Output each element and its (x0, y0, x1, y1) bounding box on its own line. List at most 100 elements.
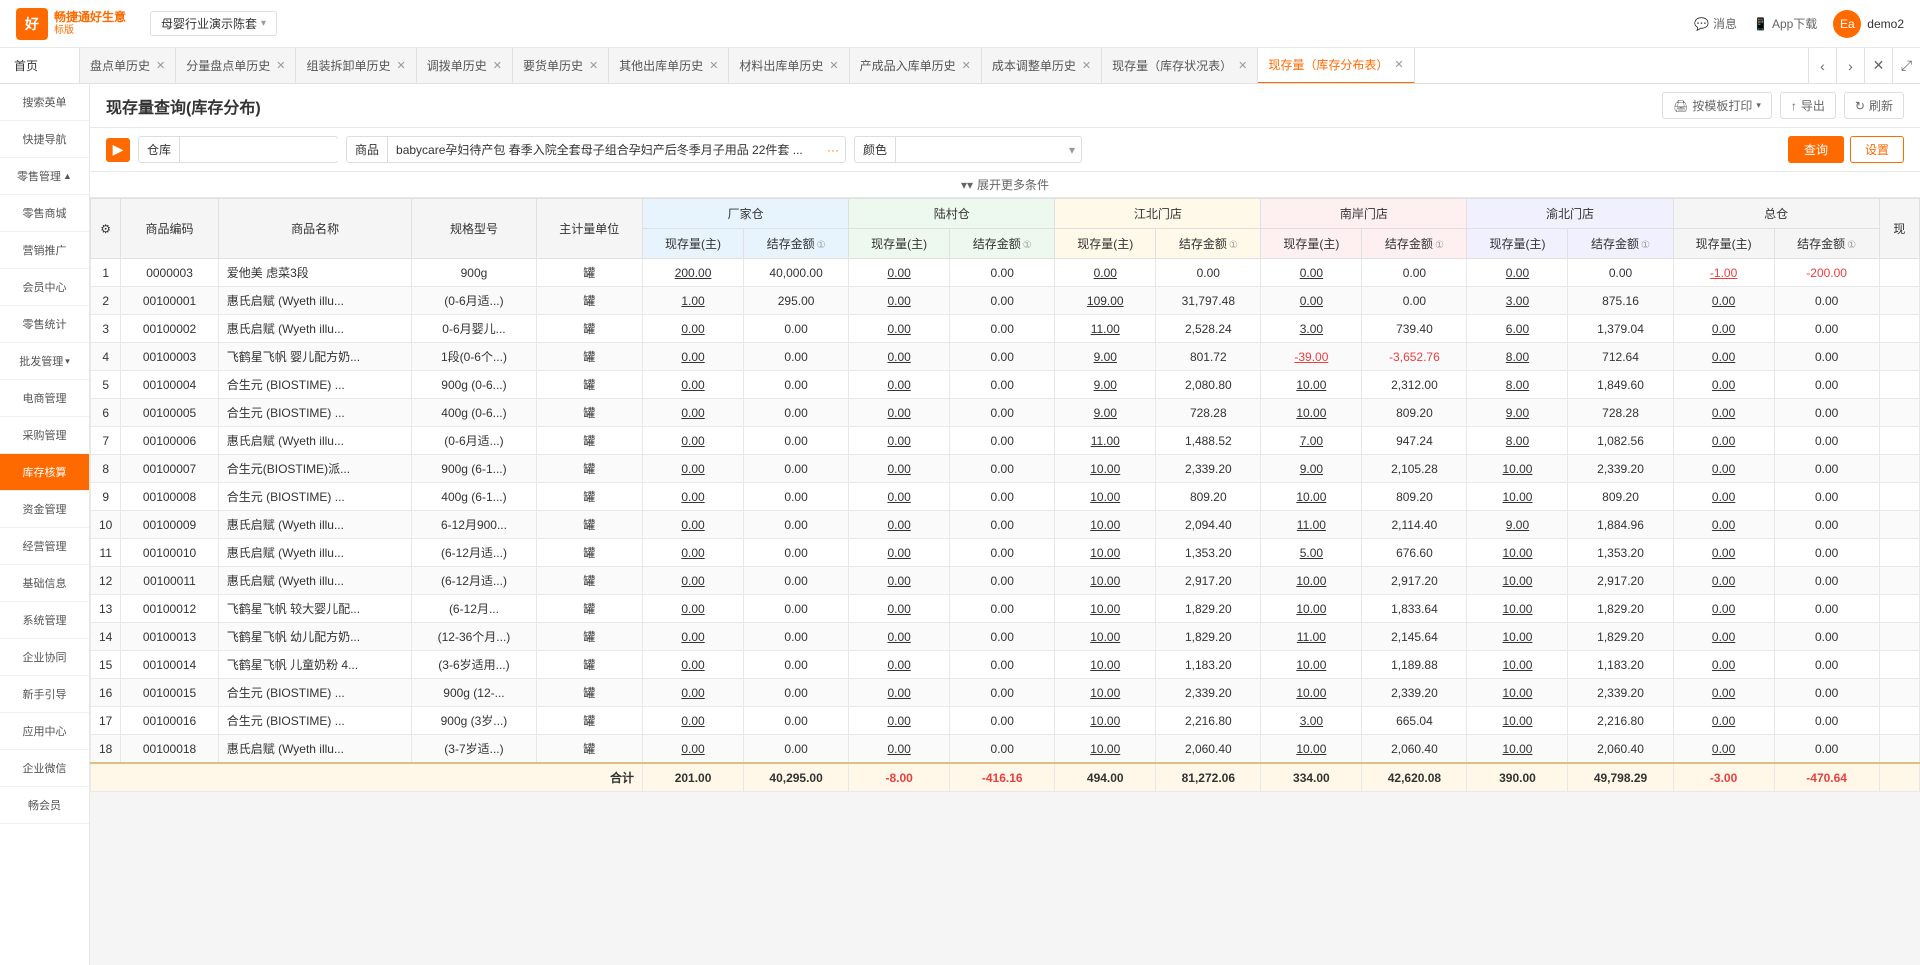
tab-home[interactable]: 首页 (0, 48, 80, 84)
row-nanan-qty[interactable]: 10.00 (1261, 483, 1362, 511)
app-download-btn[interactable]: 📱 App下载 (1753, 15, 1817, 32)
row-yubei-qty[interactable]: 10.00 (1467, 483, 1568, 511)
sidebar-item-wechat[interactable]: 企业微信 (0, 750, 89, 787)
row-yubei-qty[interactable]: 6.00 (1467, 315, 1568, 343)
row-yubei-qty[interactable]: 9.00 (1467, 511, 1568, 539)
tab-prev-btn[interactable]: ‹ (1808, 48, 1836, 84)
color-arrow-icon[interactable]: ▾ (1063, 139, 1081, 161)
row-nanan-qty[interactable]: 10.00 (1261, 595, 1362, 623)
jiangbei-amt-info[interactable]: ① (1229, 240, 1238, 251)
tab-other-out[interactable]: 其他出库单历史 ✕ (609, 48, 729, 84)
tab-assemble[interactable]: 组装拆卸单历史 ✕ (296, 48, 416, 84)
tab-maximize-btn[interactable]: ⤢ (1892, 48, 1920, 84)
row-yubei-qty[interactable]: 10.00 (1467, 455, 1568, 483)
tab-product-in-close[interactable]: ✕ (962, 59, 971, 72)
row-factory-qty[interactable]: 0.00 (643, 623, 744, 651)
row-jiangbei-qty[interactable]: 10.00 (1055, 623, 1156, 651)
row-yubei-qty[interactable]: 0.00 (1467, 259, 1568, 287)
row-total-qty[interactable]: 0.00 (1673, 315, 1774, 343)
row-total-qty[interactable]: 0.00 (1673, 399, 1774, 427)
sidebar-item-enterprise[interactable]: 企业协同 (0, 639, 89, 676)
warehouse-input[interactable] (180, 139, 351, 161)
tab-product-in[interactable]: 产成品入库单历史 ✕ (850, 48, 982, 84)
row-total-qty[interactable]: 0.00 (1673, 679, 1774, 707)
user-area[interactable]: Ea demo2 (1833, 10, 1904, 38)
row-factory-qty[interactable]: 0.00 (643, 399, 744, 427)
row-total-qty[interactable]: 0.00 (1673, 539, 1774, 567)
row-lucun-qty[interactable]: 0.00 (849, 287, 950, 315)
row-factory-qty[interactable]: 0.00 (643, 455, 744, 483)
query-btn[interactable]: 查询 (1788, 136, 1844, 163)
row-lucun-qty[interactable]: 0.00 (849, 679, 950, 707)
tab-close-all-btn[interactable]: ✕ (1864, 48, 1892, 84)
sidebar-item-base[interactable]: 基础信息 (0, 565, 89, 602)
row-factory-qty[interactable]: 0.00 (643, 427, 744, 455)
row-lucun-qty[interactable]: 0.00 (849, 343, 950, 371)
row-yubei-qty[interactable]: 3.00 (1467, 287, 1568, 315)
row-lucun-qty[interactable]: 0.00 (849, 483, 950, 511)
tab-disk[interactable]: 盘点单历史 ✕ (80, 48, 176, 84)
row-nanan-qty[interactable]: 3.00 (1261, 707, 1362, 735)
row-factory-qty[interactable]: 0.00 (643, 343, 744, 371)
row-yubei-qty[interactable]: 10.00 (1467, 735, 1568, 764)
row-nanan-qty[interactable]: 0.00 (1261, 259, 1362, 287)
row-lucun-qty[interactable]: 0.00 (849, 735, 950, 764)
row-lucun-qty[interactable]: 0.00 (849, 651, 950, 679)
tab-next-btn[interactable]: › (1836, 48, 1864, 84)
tab-transfer[interactable]: 调拨单历史 ✕ (417, 48, 513, 84)
tab-disk2-close[interactable]: ✕ (276, 59, 285, 72)
row-total-qty[interactable]: -1.00 (1673, 259, 1774, 287)
row-lucun-qty[interactable]: 0.00 (849, 623, 950, 651)
yubei-amt-info[interactable]: ① (1641, 240, 1650, 251)
row-nanan-qty[interactable]: 7.00 (1261, 427, 1362, 455)
row-yubei-qty[interactable]: 8.00 (1467, 343, 1568, 371)
row-factory-qty[interactable]: 0.00 (643, 483, 744, 511)
tab-cost-adj[interactable]: 成本调整单历史 ✕ (982, 48, 1102, 84)
tab-cost-adj-close[interactable]: ✕ (1082, 59, 1091, 72)
sidebar-item-guide[interactable]: 新手引导 (0, 676, 89, 713)
row-total-qty[interactable]: 0.00 (1673, 371, 1774, 399)
tab-stock-dist-close[interactable]: ✕ (1394, 58, 1403, 71)
row-yubei-qty[interactable]: 8.00 (1467, 371, 1568, 399)
tab-stock-status[interactable]: 现存量（库存状况表） ✕ (1102, 48, 1258, 84)
table-wrapper[interactable]: ⚙ 商品编码 商品名称 规格型号 主计量单位 厂家仓 陆村仓 江北门店 南岸门店… (90, 198, 1920, 792)
row-jiangbei-qty[interactable]: 11.00 (1055, 315, 1156, 343)
filter-expand-btn[interactable]: ▶ (106, 138, 130, 162)
color-input[interactable] (896, 139, 1063, 161)
row-total-qty[interactable]: 0.00 (1673, 567, 1774, 595)
row-nanan-qty[interactable]: 9.00 (1261, 455, 1362, 483)
row-total-qty[interactable]: 0.00 (1673, 623, 1774, 651)
tab-request[interactable]: 要货单历史 ✕ (513, 48, 609, 84)
row-total-qty[interactable]: 0.00 (1673, 707, 1774, 735)
row-yubei-qty[interactable]: 9.00 (1467, 399, 1568, 427)
row-jiangbei-qty[interactable]: 10.00 (1055, 567, 1156, 595)
sidebar-item-operations[interactable]: 经营管理 (0, 528, 89, 565)
row-total-qty[interactable]: 0.00 (1673, 427, 1774, 455)
product-dots[interactable]: ··· (821, 143, 845, 157)
row-lucun-qty[interactable]: 0.00 (849, 707, 950, 735)
tab-stock-dist[interactable]: 现存量（库存分布表） ✕ (1258, 48, 1414, 84)
row-yubei-qty[interactable]: 8.00 (1467, 427, 1568, 455)
tab-material-out[interactable]: 材料出库单历史 ✕ (729, 48, 849, 84)
settings-btn[interactable]: 设置 (1850, 136, 1904, 163)
tab-disk-close[interactable]: ✕ (156, 59, 165, 72)
row-factory-qty[interactable]: 200.00 (643, 259, 744, 287)
row-lucun-qty[interactable]: 0.00 (849, 567, 950, 595)
row-nanan-qty[interactable]: 10.00 (1261, 399, 1362, 427)
row-total-qty[interactable]: 0.00 (1673, 287, 1774, 315)
row-nanan-qty[interactable]: 10.00 (1261, 651, 1362, 679)
sidebar-item-finance[interactable]: 资金管理 (0, 491, 89, 528)
print-btn[interactable]: 🖨 按模板打印 ▾ (1662, 92, 1772, 119)
row-nanan-qty[interactable]: -39.00 (1261, 343, 1362, 371)
sidebar-item-retail-store[interactable]: 零售商城 (0, 195, 89, 232)
sidebar-item-search[interactable]: 搜索英单 (0, 84, 89, 121)
export-btn[interactable]: ↑ 导出 (1780, 92, 1836, 119)
row-jiangbei-qty[interactable]: 10.00 (1055, 595, 1156, 623)
row-jiangbei-qty[interactable]: 10.00 (1055, 679, 1156, 707)
row-lucun-qty[interactable]: 0.00 (849, 595, 950, 623)
messages-btn[interactable]: 💬 消息 (1694, 15, 1737, 32)
row-yubei-qty[interactable]: 10.00 (1467, 651, 1568, 679)
sidebar-item-purchase[interactable]: 采购管理 (0, 417, 89, 454)
total-amt-info[interactable]: ① (1847, 240, 1856, 251)
row-total-qty[interactable]: 0.00 (1673, 511, 1774, 539)
